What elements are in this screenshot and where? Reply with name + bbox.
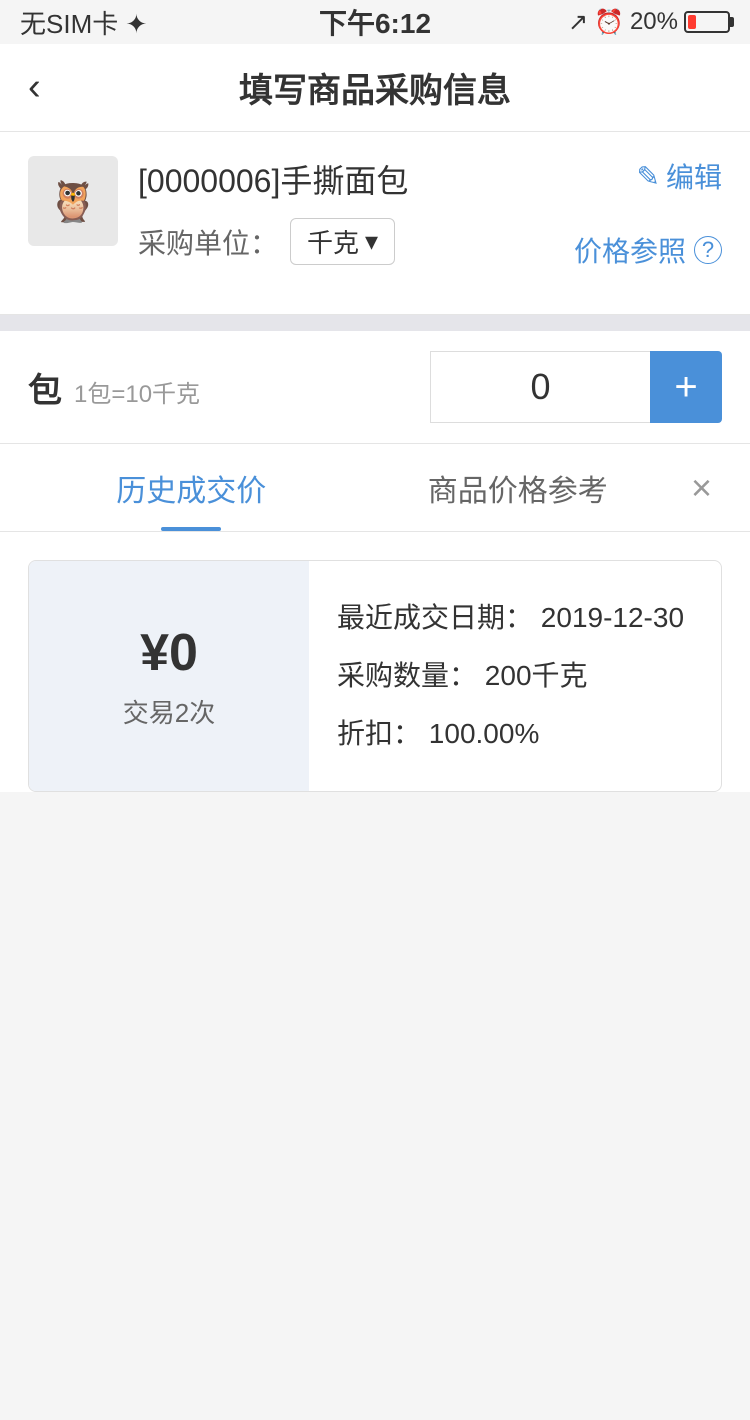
location-icon: ↗ [568, 8, 588, 37]
product-left: 🦉 [0000006]手撕面包 采购单位： 千克 ▾ [28, 156, 574, 265]
unit-value: 千克 [307, 223, 359, 260]
product-info: [0000006]手撕面包 采购单位： 千克 ▾ [138, 156, 574, 265]
quantity-label-area: 包 1包=10千克 [28, 363, 200, 412]
status-carrier: 无SIM卡 ✦ [20, 4, 147, 41]
page-title: 填写商品采购信息 [239, 63, 511, 112]
history-card-right: 最近成交日期： 2019-12-30 采购数量： 200千克 折扣： 100.0… [309, 561, 721, 791]
tab-history-label: 历史成交价 [116, 466, 266, 510]
history-transaction-count: 交易2次 [123, 693, 215, 730]
tab-product-price[interactable]: 商品价格参考 [354, 444, 680, 531]
product-header: 🦉 [0000006]手撕面包 采购单位： 千克 ▾ ✎ 编辑 价格参照 [28, 156, 722, 270]
history-card-left: ¥0 交易2次 [29, 561, 309, 791]
status-time: 下午6:12 [319, 2, 431, 42]
purchase-qty-value: 200千克 [485, 660, 588, 691]
status-bar: 无SIM卡 ✦ 下午6:12 ↗ ⏰ 20% [0, 0, 750, 44]
dropdown-arrow-icon: ▾ [365, 226, 378, 257]
product-right-actions: ✎ 编辑 价格参照 ? [574, 156, 722, 270]
tab-active-indicator [161, 527, 221, 531]
history-price: ¥0 [140, 623, 198, 683]
battery-fill [688, 15, 696, 29]
recent-date-label: 最近成交日期： [337, 602, 533, 633]
quantity-conversion: 1包=10千克 [74, 374, 200, 409]
price-ref-label: 价格参照 [574, 230, 686, 270]
product-card: 🦉 [0000006]手撕面包 采购单位： 千克 ▾ ✎ 编辑 价格参照 [0, 132, 750, 315]
quantity-unit-name: 包 [28, 363, 62, 412]
product-thumbnail: 🦉 [28, 156, 118, 246]
edit-icon: ✎ [637, 160, 660, 193]
section-divider [0, 315, 750, 331]
quantity-row: 包 1包=10千克 0 + [0, 331, 750, 444]
history-recent-date-row: 最近成交日期： 2019-12-30 [337, 597, 693, 639]
carrier-text: 无SIM卡 ✦ [20, 4, 147, 41]
recent-date-value: 2019-12-30 [541, 602, 684, 633]
quantity-value: 0 [530, 366, 550, 408]
history-card: ¥0 交易2次 最近成交日期： 2019-12-30 采购数量： 200千克 折… [28, 560, 722, 792]
history-purchase-qty-row: 采购数量： 200千克 [337, 655, 693, 697]
quantity-input[interactable]: 0 [430, 351, 650, 423]
product-logo-icon: 🦉 [48, 178, 98, 225]
price-ref-button[interactable]: 价格参照 ? [574, 230, 722, 270]
discount-value: 100.00% [429, 718, 540, 749]
discount-label: 折扣： [337, 718, 421, 749]
unit-label: 采购单位： [138, 222, 278, 262]
battery-indicator [684, 11, 730, 33]
product-unit-row: 采购单位： 千克 ▾ [138, 218, 574, 265]
history-discount-row: 折扣： 100.00% [337, 713, 693, 755]
status-right-area: ↗ ⏰ 20% [568, 8, 730, 37]
alarm-icon: ⏰ [594, 8, 624, 37]
tab-history-price[interactable]: 历史成交价 [28, 444, 354, 531]
main-content-area [0, 820, 750, 1420]
tabs-header: 历史成交价 商品价格参考 × [0, 444, 750, 532]
tabs-close-button[interactable]: × [681, 457, 722, 519]
purchase-qty-label: 采购数量： [337, 660, 477, 691]
plus-icon: + [674, 365, 697, 410]
quantity-input-area: 0 + [430, 351, 722, 423]
edit-button[interactable]: ✎ 编辑 [637, 156, 722, 196]
tab-product-price-label: 商品价格参考 [428, 466, 608, 510]
tabs-panel: 历史成交价 商品价格参考 × ¥0 交易2次 最近成交日期： 2019-12-3… [0, 444, 750, 792]
edit-label: 编辑 [666, 156, 722, 196]
quantity-plus-button[interactable]: + [650, 351, 722, 423]
price-ref-help-icon: ? [694, 236, 722, 264]
nav-bar: ‹ 填写商品采购信息 [0, 44, 750, 132]
back-button[interactable]: ‹ [28, 66, 41, 109]
unit-select-dropdown[interactable]: 千克 ▾ [290, 218, 395, 265]
battery-percent: 20% [630, 8, 678, 36]
product-name: [0000006]手撕面包 [138, 156, 574, 202]
